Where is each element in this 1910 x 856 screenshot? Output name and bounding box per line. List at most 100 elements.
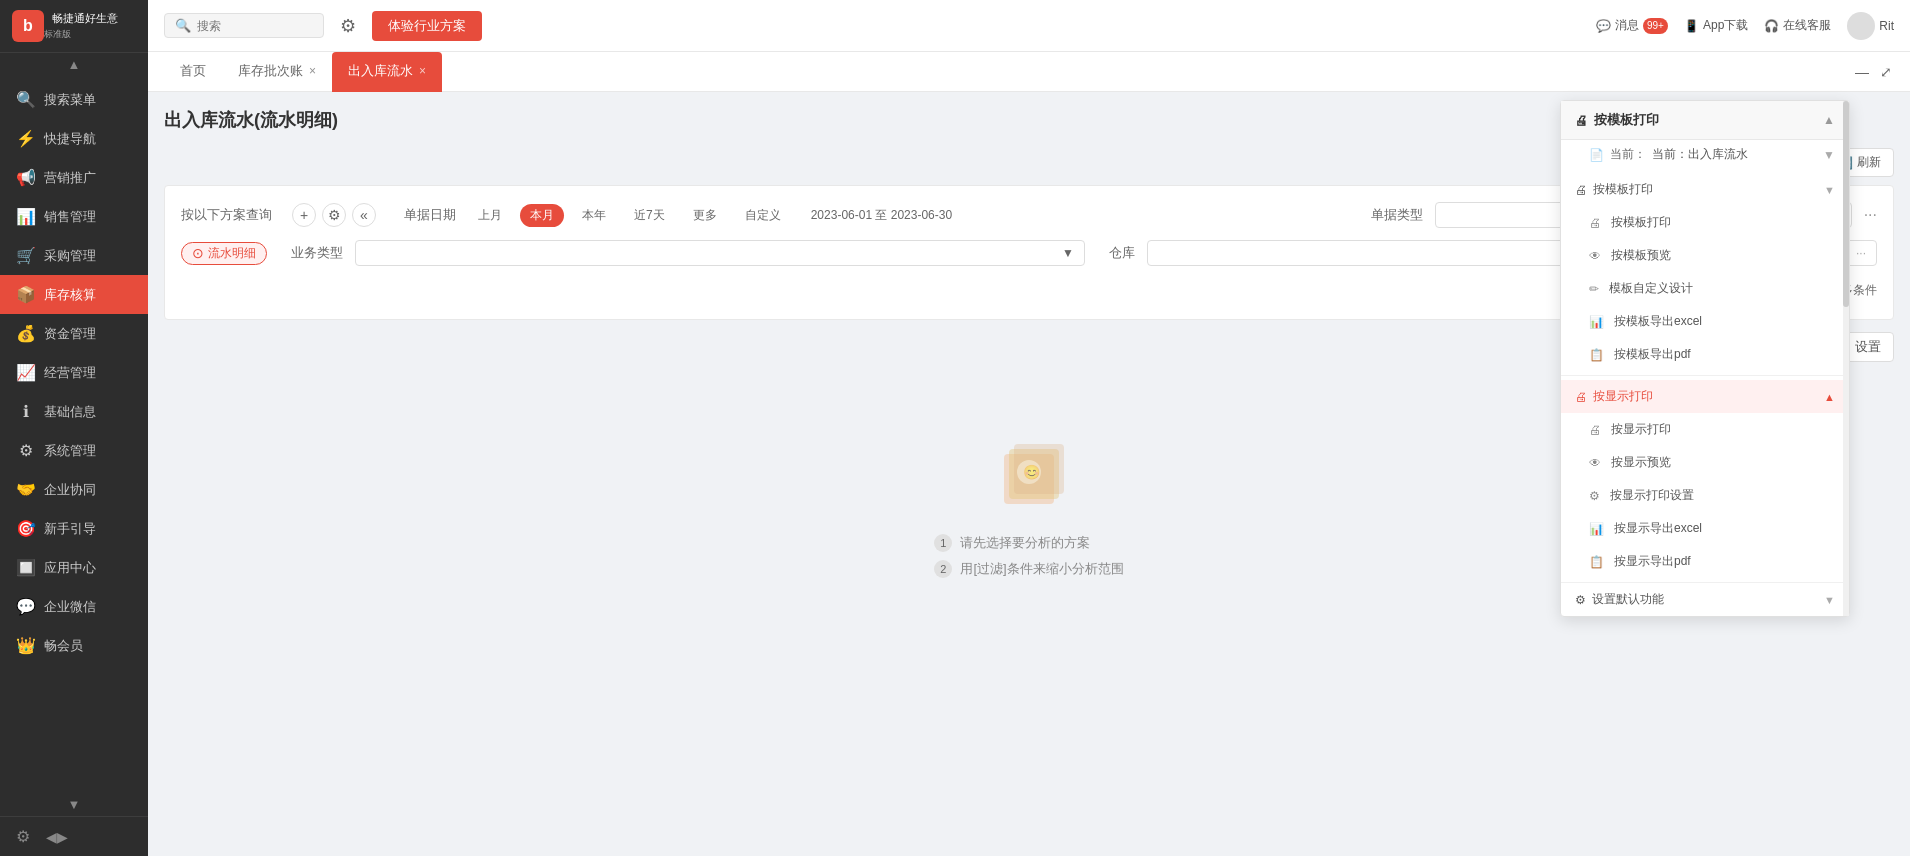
sidebar-item-企业协同[interactable]: 🤝 企业协同 (0, 470, 148, 509)
set-default-section[interactable]: ⚙ 设置默认功能 ▼ (1561, 583, 1849, 616)
template-print-label: 按模板打印 (1593, 181, 1653, 198)
item-display-settings-label: 按显示打印设置 (1610, 487, 1694, 504)
refresh-label: 刷新 (1857, 154, 1881, 171)
biz-type-arrow: ▼ (1062, 246, 1074, 260)
app-download-button[interactable]: 📱 App下载 (1684, 17, 1748, 34)
trial-button[interactable]: 体验行业方案 (372, 11, 482, 41)
dropdown-menu: 🖨 按模板打印 ▲ 📄 当前： 当前：出入库流水 ▼ 🖨 按模板打印 (1560, 100, 1850, 617)
dropdown-title: 🖨 按模板打印 (1575, 111, 1659, 129)
dropdown-item-template-design[interactable]: ✏ 模板自定义设计 (1561, 272, 1849, 305)
item-template-design-label: 模板自定义设计 (1609, 280, 1693, 297)
app-logo: b 畅捷通好生意 标准版 (0, 0, 148, 53)
sidebar-item-应用中心[interactable]: 🔲 应用中心 (0, 548, 148, 587)
display-section-arrow: ▲ (1824, 391, 1835, 403)
app-version: 标准版 (44, 28, 118, 41)
sidebar-item-采购管理[interactable]: 🛒 采购管理 (0, 236, 148, 275)
dropdown-item-template-excel[interactable]: 📊 按模板导出excel (1561, 305, 1849, 338)
tab-flow[interactable]: 出入库流水 × (332, 52, 442, 92)
date-tab-prev-month[interactable]: 上月 (468, 204, 512, 227)
tab-batch[interactable]: 库存批次账 × (222, 52, 332, 92)
tab-batch-close[interactable]: × (309, 64, 316, 78)
sidebar-item-库存核算[interactable]: 📦 库存核算 (0, 275, 148, 314)
sidebar-item-资金管理[interactable]: 💰 资金管理 (0, 314, 148, 353)
window-minimize[interactable]: — (1854, 64, 1870, 80)
message-icon: 💬 (1596, 19, 1611, 33)
main-area: 🔍 ⚙ 体验行业方案 💬 消息 99+ 📱 App下载 🎧 在线客服 Rit (148, 0, 1910, 856)
biz-type-select[interactable]: ▼ (355, 240, 1085, 266)
current-label: 当前： (1610, 146, 1646, 163)
filter-actions: + ⚙ « (292, 203, 376, 227)
header-search[interactable]: 🔍 (164, 13, 324, 38)
filter-collapse-btn[interactable]: « (352, 203, 376, 227)
sidebar-item-经营管理[interactable]: 📈 经营管理 (0, 353, 148, 392)
sidebar-item-企业微信[interactable]: 💬 企业微信 (0, 587, 148, 626)
date-label: 单据日期 (404, 206, 456, 224)
dropdown-item-display-print[interactable]: 🖨 按显示打印 (1561, 413, 1849, 446)
sidebar-item-基础信息[interactable]: ℹ 基础信息 (0, 392, 148, 431)
sidebar-icon: 🛒 (16, 246, 36, 265)
sidebar-item-新手引导[interactable]: 🎯 新手引导 (0, 509, 148, 548)
filter-add-btn[interactable]: + (292, 203, 316, 227)
filter-settings-btn[interactable]: ⚙ (322, 203, 346, 227)
scrollbar-thumb[interactable] (1843, 101, 1849, 307)
dropdown-up-arrow[interactable]: ▲ (1823, 113, 1835, 127)
tab-home[interactable]: 首页 (164, 52, 222, 92)
date-tab-year[interactable]: 本年 (572, 204, 616, 227)
d-preview-icon: 👁 (1589, 456, 1601, 470)
sidebar-label: 应用中心 (44, 559, 96, 577)
tab-flow-label: 出入库流水 (348, 62, 413, 80)
avatar-image (1847, 12, 1875, 40)
tab-home-label: 首页 (180, 62, 206, 80)
current-template-name: 当前：出入库流水 (1652, 146, 1748, 163)
dropdown-item-display-excel[interactable]: 📊 按显示导出excel (1561, 512, 1849, 545)
sidebar-item-搜索菜单[interactable]: 🔍 搜索菜单 (0, 80, 148, 119)
sidebar-label: 经营管理 (44, 364, 96, 382)
filter-scheme-label: 按以下方案查询 (181, 206, 272, 224)
display-print-label: 按显示打印 (1593, 388, 1653, 405)
sidebar-item-销售管理[interactable]: 📊 销售管理 (0, 197, 148, 236)
chip-label: 流水明细 (208, 245, 256, 262)
search-input[interactable] (197, 19, 297, 33)
sidebar-item-系统管理[interactable]: ⚙ 系统管理 (0, 431, 148, 470)
logo-icon: b (12, 10, 44, 42)
gear-icon[interactable]: ⚙ (336, 11, 360, 41)
sidebar-label: 采购管理 (44, 247, 96, 265)
message-button[interactable]: 💬 消息 99+ (1596, 17, 1668, 34)
sidebar-label: 畅会员 (44, 637, 83, 655)
date-tab-custom[interactable]: 自定义 (735, 204, 791, 227)
sidebar-icon: ⚙ (16, 441, 36, 460)
template-print-header[interactable]: 🖨 按模板打印 ▼ (1561, 173, 1849, 206)
online-service-button[interactable]: 🎧 在线客服 (1764, 17, 1831, 34)
tab-flow-close[interactable]: × (419, 64, 426, 78)
user-avatar[interactable]: Rit (1847, 12, 1894, 40)
service-label: 在线客服 (1783, 17, 1831, 34)
dropdown-item-display-preview[interactable]: 👁 按显示预览 (1561, 446, 1849, 479)
sidebar-item-营销推广[interactable]: 📢 营销推广 (0, 158, 148, 197)
item-printer-icon: 🖨 (1589, 216, 1601, 230)
dropdown-item-template-print[interactable]: 🖨 按模板打印 (1561, 206, 1849, 239)
sidebar-nav: 🔍 搜索菜单 ⚡ 快捷导航 📢 营销推广 📊 销售管理 🛒 采购管理 📦 库存核… (0, 76, 148, 793)
sidebar-scroll-down[interactable]: ▼ (0, 793, 148, 816)
sidebar-toggle-icon[interactable]: ◀▶ (46, 829, 68, 845)
window-maximize[interactable]: ⤢ (1878, 64, 1894, 80)
display-print-header[interactable]: 🖨 按显示打印 ▲ (1561, 380, 1849, 413)
item-excel-icon: 📊 (1589, 315, 1604, 329)
dropdown-item-display-pdf[interactable]: 📋 按显示导出pdf (1561, 545, 1849, 578)
sidebar-gear-icon[interactable]: ⚙ (16, 827, 30, 846)
sidebar-scroll-up[interactable]: ▲ (0, 53, 148, 76)
display-section-icon: 🖨 (1575, 390, 1587, 404)
dropdown-item-display-settings[interactable]: ⚙ 按显示打印设置 (1561, 479, 1849, 512)
sidebar-item-快捷导航[interactable]: ⚡ 快捷导航 (0, 119, 148, 158)
print-section-icon: 🖨 (1575, 183, 1587, 197)
scheme-chip[interactable]: ⊙ 流水明细 (181, 242, 267, 265)
doc-type-more[interactable]: ··· (1864, 206, 1877, 224)
date-tab-current-month[interactable]: 本月 (520, 204, 564, 227)
date-tab-7days[interactable]: 近7天 (624, 204, 675, 227)
sidebar-item-畅会员[interactable]: 👑 畅会员 (0, 626, 148, 665)
sidebar-bottom: ⚙ ◀▶ (0, 816, 148, 856)
date-tab-more[interactable]: 更多 (683, 204, 727, 227)
empty-tips: 1 请先选择要分析的方案 2 用[过滤]条件来缩小分析范围 (934, 534, 1123, 578)
dropdown-item-template-preview[interactable]: 👁 按模板预览 (1561, 239, 1849, 272)
dropdown-item-template-pdf[interactable]: 📋 按模板导出pdf (1561, 338, 1849, 371)
empty-tip-1: 1 请先选择要分析的方案 (934, 534, 1090, 552)
